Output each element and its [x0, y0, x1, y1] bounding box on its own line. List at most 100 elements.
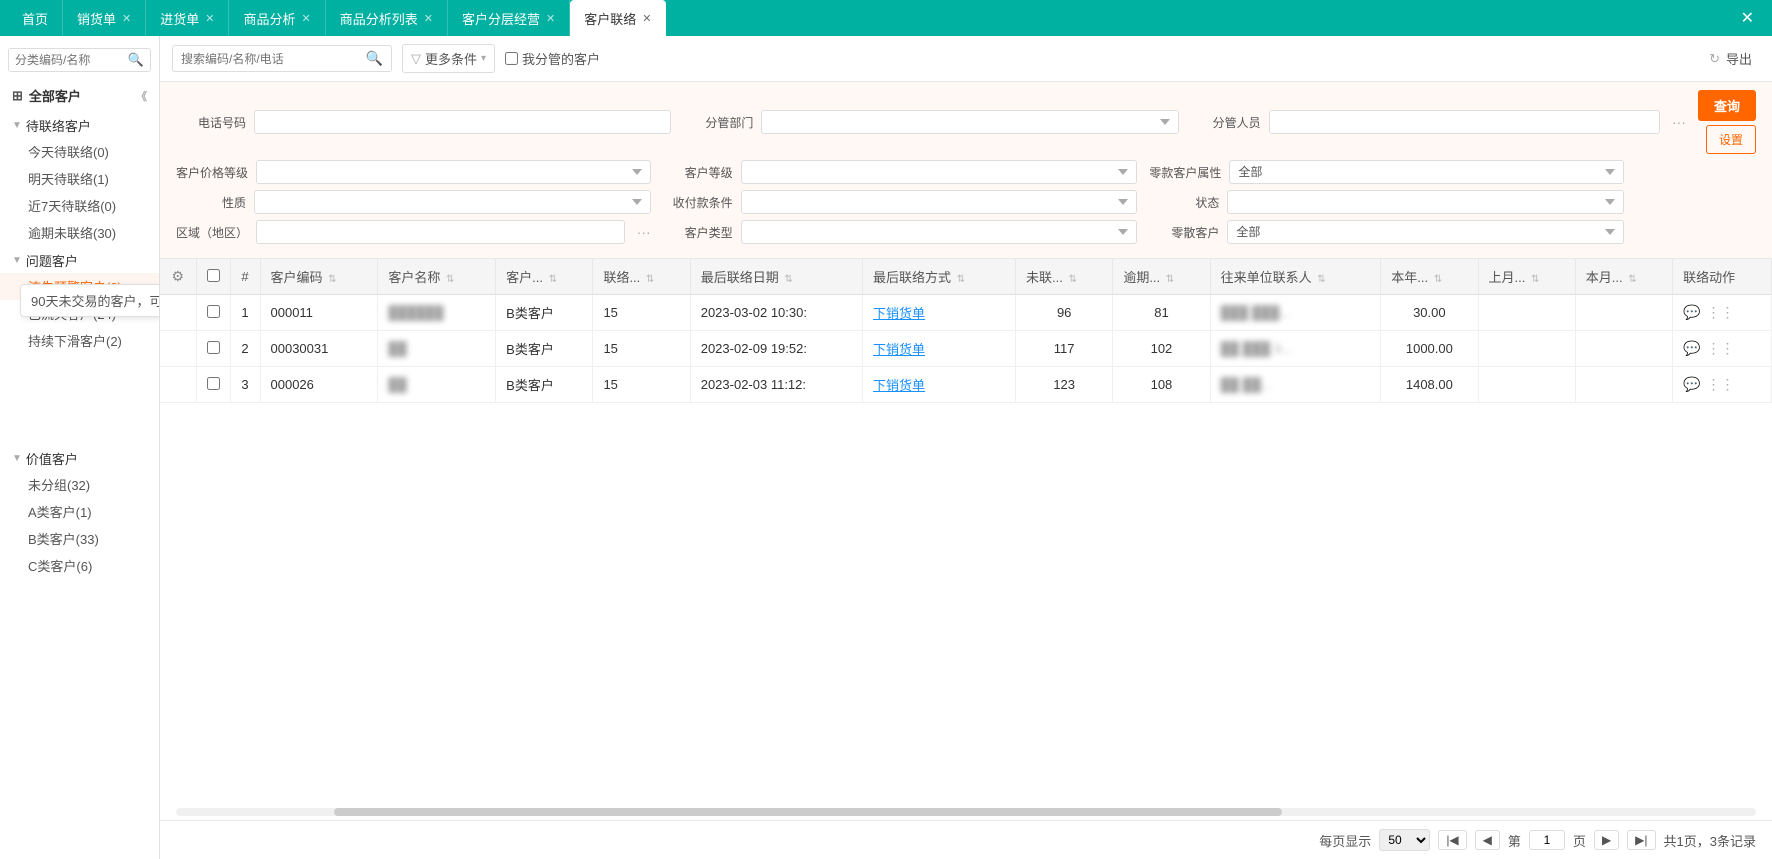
action-chat-icon[interactable]: 💬	[1683, 304, 1700, 321]
scroll-thumb[interactable]	[334, 808, 1282, 816]
sidebar-all-customers[interactable]: ⊞ 全部客户 《	[0, 80, 159, 111]
sort-type-icon[interactable]: ⇅	[549, 274, 557, 285]
col-last-month[interactable]: 上月... ⇅	[1478, 259, 1575, 295]
contact-method-link[interactable]: 下销货单	[873, 342, 925, 357]
row-last-contact-method[interactable]: 下销货单	[863, 331, 1016, 367]
page-size-select[interactable]: 50 100 200	[1379, 829, 1430, 851]
action-chat-icon[interactable]: 💬	[1683, 376, 1700, 393]
tab-purchase-close[interactable]: ✕	[205, 12, 214, 25]
sidebar-collapse-icon[interactable]: 《	[136, 88, 147, 104]
tab-goods-analysis[interactable]: 商品分析 ✕	[229, 0, 325, 36]
tab-customer-contact-close[interactable]: ✕	[642, 12, 651, 25]
zero-retail-select[interactable]: 全部	[1227, 220, 1624, 244]
sort-uncontacted-icon[interactable]: ⇅	[1069, 274, 1077, 285]
next-page-button[interactable]: ▶	[1594, 830, 1619, 850]
col-code[interactable]: 客户编码 ⇅	[260, 259, 378, 295]
window-close-button[interactable]: ✕	[1731, 8, 1764, 28]
more-conditions-button[interactable]: ▽ 更多条件 ▾	[402, 44, 495, 73]
action-more-icon[interactable]: ⋮⋮	[1707, 340, 1735, 357]
row-checkbox[interactable]	[207, 305, 220, 318]
row-checkbox[interactable]	[207, 341, 220, 354]
row-checkbox-cell[interactable]	[196, 331, 230, 367]
tab-purchase[interactable]: 进货单 ✕	[146, 0, 229, 36]
col-checkbox[interactable]	[196, 259, 230, 295]
tab-home[interactable]: 首页	[8, 0, 63, 36]
col-type[interactable]: 客户... ⇅	[496, 259, 593, 295]
search-button[interactable]: 🔍	[366, 50, 383, 67]
sort-overdue-icon[interactable]: ⇅	[1166, 274, 1174, 285]
sort-this-year-icon[interactable]: ⇅	[1434, 274, 1442, 285]
sort-code-icon[interactable]: ⇅	[328, 274, 336, 285]
sidebar-item-tomorrow[interactable]: 明天待联络(1)	[0, 165, 159, 192]
sidebar-item-declining[interactable]: 持续下滑客户(2)	[0, 327, 159, 354]
sort-last-month-icon[interactable]: ⇅	[1531, 274, 1539, 285]
row-checkbox-cell[interactable]	[196, 367, 230, 403]
sidebar-group-churn[interactable]: ▼ 问题客户	[0, 246, 159, 273]
query-button[interactable]: 查询	[1698, 90, 1756, 121]
horizontal-scrollbar[interactable]	[176, 808, 1756, 816]
sort-name-icon[interactable]: ⇅	[446, 274, 454, 285]
tab-goods-analysis-close[interactable]: ✕	[302, 12, 311, 25]
customer-level-select[interactable]	[741, 160, 1138, 184]
first-page-button[interactable]: |◀	[1438, 830, 1466, 850]
action-more-icon[interactable]: ⋮⋮	[1707, 376, 1735, 393]
contact-method-link[interactable]: 下销货单	[873, 378, 925, 393]
row-last-contact-method[interactable]: 下销货单	[863, 295, 1016, 331]
row-checkbox-cell[interactable]	[196, 295, 230, 331]
sidebar-item-class-c[interactable]: C类客户(6)	[0, 552, 159, 579]
col-unit-contact[interactable]: 往来单位联系人 ⇅	[1210, 259, 1381, 295]
person-input[interactable]	[1269, 110, 1660, 134]
gender-select[interactable]	[254, 190, 651, 214]
status-select[interactable]	[1227, 190, 1624, 214]
search-input[interactable]	[181, 52, 366, 66]
region-more-icon[interactable]: ···	[637, 224, 651, 240]
sort-this-month-icon[interactable]: ⇅	[1628, 274, 1636, 285]
col-last-contact-date[interactable]: 最后联络日期 ⇅	[690, 259, 862, 295]
phone-input[interactable]	[254, 110, 671, 134]
sidebar-group-pending[interactable]: ▼ 待联络客户	[0, 111, 159, 138]
tab-customer-segment-close[interactable]: ✕	[546, 12, 555, 25]
action-chat-icon[interactable]: 💬	[1683, 340, 1700, 357]
col-this-year[interactable]: 本年... ⇅	[1381, 259, 1478, 295]
settings-button[interactable]: 设置	[1706, 125, 1756, 154]
prev-page-button[interactable]: ◀	[1475, 830, 1500, 850]
tab-sales-close[interactable]: ✕	[122, 12, 131, 25]
col-contact[interactable]: 联络... ⇅	[593, 259, 690, 295]
last-page-button[interactable]: ▶|	[1627, 830, 1655, 850]
sort-contact-icon[interactable]: ⇅	[646, 274, 654, 285]
col-uncontacted[interactable]: 未联... ⇅	[1016, 259, 1113, 295]
col-last-contact-method[interactable]: 最后联络方式 ⇅	[863, 259, 1016, 295]
payment-select[interactable]	[741, 190, 1138, 214]
contact-method-link[interactable]: 下销货单	[873, 306, 925, 321]
region-input[interactable]	[256, 220, 625, 244]
my-customers-checkbox-wrap[interactable]: 我分管的客户	[505, 49, 600, 68]
person-more-icon[interactable]: ···	[1672, 114, 1686, 130]
sidebar-item-overdue-pending[interactable]: 逾期未联络(30)	[0, 219, 159, 246]
sort-date-icon[interactable]: ⇅	[784, 274, 792, 285]
sidebar-group-value[interactable]: ▼ 价值客户	[0, 444, 159, 471]
sidebar-item-ungrouped[interactable]: 未分组(32)	[0, 471, 159, 498]
my-customers-checkbox[interactable]	[505, 52, 518, 65]
tab-customer-contact[interactable]: 客户联络 ✕	[570, 0, 666, 36]
col-this-month[interactable]: 本月... ⇅	[1575, 259, 1672, 295]
tab-goods-analysis-list[interactable]: 商品分析列表 ✕	[326, 0, 448, 36]
row-last-contact-method[interactable]: 下销货单	[863, 367, 1016, 403]
sidebar-search-input[interactable]	[15, 53, 128, 67]
page-input[interactable]	[1529, 830, 1565, 850]
sidebar-item-class-a[interactable]: A类客户(1)	[0, 498, 159, 525]
sidebar-item-week[interactable]: 近7天待联络(0)	[0, 192, 159, 219]
tab-goods-analysis-list-close[interactable]: ✕	[424, 12, 433, 25]
action-more-icon[interactable]: ⋮⋮	[1707, 304, 1735, 321]
dept-select[interactable]	[761, 110, 1178, 134]
row-checkbox[interactable]	[207, 377, 220, 390]
col-overdue[interactable]: 逾期... ⇅	[1113, 259, 1210, 295]
sort-method-icon[interactable]: ⇅	[957, 274, 965, 285]
sidebar-item-class-b[interactable]: B类客户(33)	[0, 525, 159, 552]
zero-attr-select[interactable]: 全部	[1229, 160, 1624, 184]
sort-unit-contact-icon[interactable]: ⇅	[1317, 274, 1325, 285]
tab-sales[interactable]: 销货单 ✕	[63, 0, 146, 36]
col-settings[interactable]: ⚙	[160, 259, 196, 295]
tab-customer-segment[interactable]: 客户分层经营 ✕	[448, 0, 570, 36]
customer-type-select[interactable]	[741, 220, 1138, 244]
settings-col-icon[interactable]: ⚙	[171, 268, 184, 284]
